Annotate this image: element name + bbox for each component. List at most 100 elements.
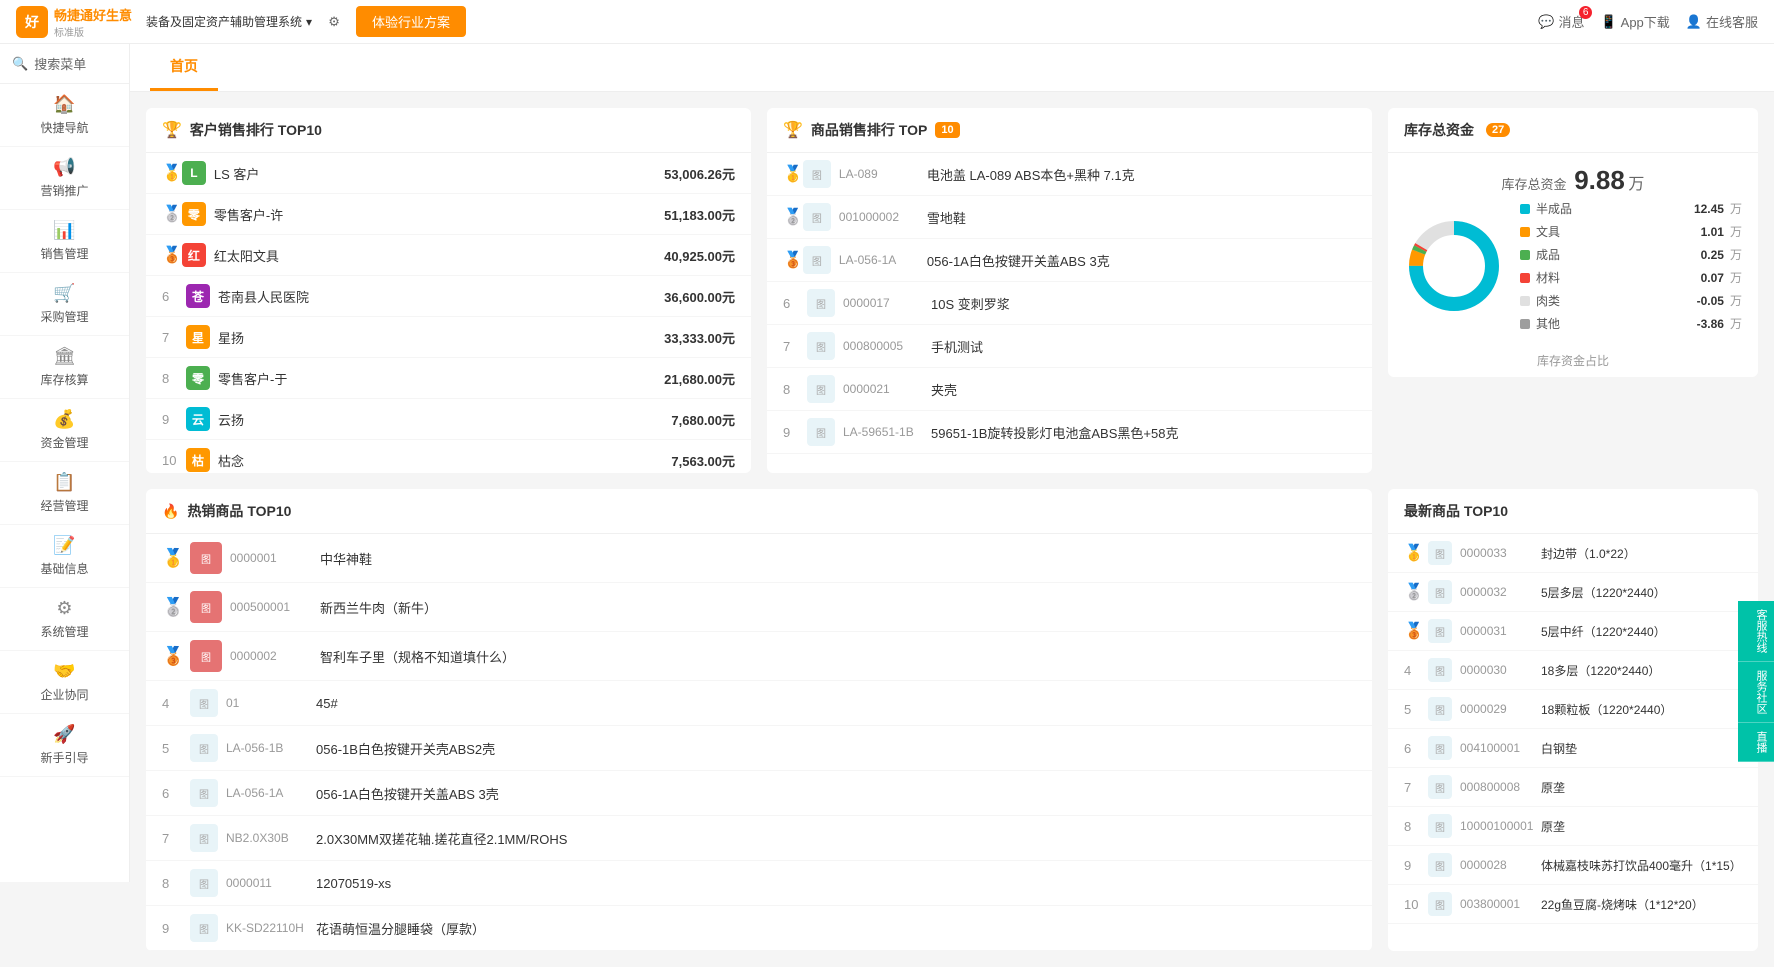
product-image: 图 bbox=[803, 246, 831, 274]
medal-gold-icon: 🥇 bbox=[162, 163, 182, 183]
product-code: 0000017 bbox=[843, 296, 923, 310]
sidebar-item-system[interactable]: ⚙ 系统管理 bbox=[0, 588, 129, 651]
avatar: 苍 bbox=[186, 284, 210, 308]
right-panel: 库存总资金 27 库存总资金 9.88 万 bbox=[1388, 108, 1758, 473]
list-item: 🥉 图 0000002 智利车子里（规格不知道填什么） bbox=[146, 632, 1372, 681]
product-code: 0000033 bbox=[1460, 546, 1535, 560]
product-image: 图 bbox=[190, 869, 218, 897]
list-item: 🥈 图 000500001 新西兰牛肉（新牛） bbox=[146, 583, 1372, 632]
product-image: 图 bbox=[190, 734, 218, 762]
product-image: 图 bbox=[1428, 541, 1452, 565]
rank-number: 8 bbox=[162, 371, 186, 386]
sidebar-item-guide[interactable]: 🚀 新手引导 bbox=[0, 714, 129, 777]
product-name: 雪地鞋 bbox=[927, 208, 1356, 227]
table-row: 6 苍 苍南县人民医院 36,600.00元 bbox=[146, 276, 751, 317]
customer-name: LS 客户 bbox=[214, 164, 664, 183]
system-select[interactable]: 装备及固定资产辅助管理系统 ▾ bbox=[146, 13, 312, 30]
inventory-icon: 🏛 bbox=[53, 346, 76, 367]
inventory-subtitle: 库存资金占比 bbox=[1388, 348, 1758, 377]
sidebar-item-inventory[interactable]: 🏛 库存核算 bbox=[0, 336, 129, 399]
purchase-icon: 🛒 bbox=[53, 283, 75, 304]
product-image: 图 bbox=[190, 689, 218, 717]
sidebar-item-finance[interactable]: 💰 资金管理 bbox=[0, 399, 129, 462]
list-item: 🥉 图 0000031 5层中纤（1220*2440） bbox=[1388, 612, 1758, 651]
list-item: 7 图 000800008 原垄 bbox=[1388, 768, 1758, 807]
product-name: 体械嘉枝味苏打饮品400毫升（1*15） bbox=[1541, 857, 1742, 874]
product-name: 原垄 bbox=[1541, 818, 1742, 835]
avatar: L bbox=[182, 161, 206, 185]
product-image: 图 bbox=[1428, 697, 1452, 721]
product-name: 原垄 bbox=[1541, 779, 1742, 796]
avatar: 零 bbox=[182, 202, 206, 226]
rank-number: 9 bbox=[1404, 858, 1428, 873]
hot-icon: 🔥 bbox=[162, 503, 179, 520]
product-name: 2.0X30MM双搓花轴.搓花直径2.1MM/ROHS bbox=[316, 829, 567, 848]
customer-value: 53,006.26元 bbox=[664, 164, 735, 183]
customer-name: 苍南县人民医院 bbox=[218, 287, 664, 306]
try-plan-button[interactable]: 体验行业方案 bbox=[356, 6, 466, 37]
table-row: 7 图 000800005 手机测试 bbox=[767, 325, 1372, 368]
logo: 好 畅捷通好生意 标准版 bbox=[16, 5, 146, 39]
sales-icon: 📊 bbox=[53, 220, 75, 241]
sidebar-item-marketing[interactable]: 📢 营销推广 bbox=[0, 147, 129, 210]
legend-value: 0.25 bbox=[1701, 248, 1724, 262]
live-broadcast-button[interactable]: 直播 bbox=[1738, 723, 1774, 762]
legend-item: 文具 1.01 万 bbox=[1520, 223, 1742, 240]
page-nav: 首页 bbox=[130, 44, 1774, 92]
service-community-button[interactable]: 服务社区 bbox=[1738, 662, 1774, 723]
rank-number: 6 bbox=[162, 786, 190, 801]
medal-icon: 🥉 bbox=[783, 250, 803, 270]
product-code: 000500001 bbox=[230, 600, 320, 614]
product-ranking-card: 🏆 商品销售排行 TOP 10 🥇 图 LA-089 电池盖 LA-089 AB… bbox=[767, 108, 1372, 473]
topbar-right: 💬 消息 6 📱 App下载 👤 在线客服 bbox=[1538, 12, 1758, 31]
product-image: 图 bbox=[803, 203, 831, 231]
home-tab[interactable]: 首页 bbox=[150, 44, 218, 91]
customer-value: 21,680.00元 bbox=[664, 369, 735, 388]
product-name: 22g鱼豆腐-烧烤味（1*12*20） bbox=[1541, 896, 1742, 913]
gear-icon[interactable]: ⚙ bbox=[320, 8, 348, 36]
customer-name: 红太阳文具 bbox=[214, 246, 664, 265]
sidebar-item-operations[interactable]: 📋 经营管理 bbox=[0, 462, 129, 525]
basic-info-icon: 📝 bbox=[53, 535, 75, 556]
product-image: 图 bbox=[1428, 619, 1452, 643]
inventory-header: 库存总资金 27 bbox=[1388, 108, 1758, 153]
sidebar-item-purchase[interactable]: 🛒 采购管理 bbox=[0, 273, 129, 336]
sidebar-item-basic-info[interactable]: 📝 基础信息 bbox=[0, 525, 129, 588]
app-download-button[interactable]: 📱 App下载 bbox=[1600, 12, 1669, 31]
search-menu-button[interactable]: 🔍 搜索菜单 bbox=[0, 44, 129, 84]
product-name: 中华神鞋 bbox=[320, 549, 372, 568]
rank-number: 10 bbox=[162, 453, 186, 468]
legend-value: -0.05 bbox=[1697, 294, 1724, 308]
sidebar-item-enterprise[interactable]: 🤝 企业协同 bbox=[0, 651, 129, 714]
avatar: 零 bbox=[186, 366, 210, 390]
medal-gold-icon: 🥇 bbox=[162, 548, 190, 569]
customer-service-button[interactable]: 客服热线 bbox=[1738, 601, 1774, 662]
legend-label: 其他 bbox=[1536, 315, 1691, 332]
online-service-button[interactable]: 👤 在线客服 bbox=[1686, 12, 1758, 31]
donut-chart bbox=[1404, 216, 1504, 316]
table-row: 8 零 零售客户-于 21,680.00元 bbox=[146, 358, 751, 399]
product-name: 新西兰牛肉（新牛） bbox=[320, 598, 437, 617]
legend-label: 材料 bbox=[1536, 269, 1695, 286]
product-code: 000800005 bbox=[843, 339, 923, 353]
product-code: 0000032 bbox=[1460, 585, 1535, 599]
customer-value: 36,600.00元 bbox=[664, 287, 735, 306]
rank-number: 8 bbox=[162, 876, 190, 891]
legend-unit: 万 bbox=[1730, 223, 1742, 240]
legend-color bbox=[1520, 204, 1530, 214]
service-icon: 👤 bbox=[1686, 14, 1702, 30]
message-button[interactable]: 💬 消息 6 bbox=[1538, 12, 1584, 31]
rank-number: 6 bbox=[162, 289, 186, 304]
sidebar-item-sales[interactable]: 📊 销售管理 bbox=[0, 210, 129, 273]
rank-number: 8 bbox=[1404, 819, 1428, 834]
product-code: 0000001 bbox=[230, 551, 320, 565]
inventory-legend: 半成品 12.45 万 文具 1.01 万 成品 0.25 万 材料 0.07 … bbox=[1520, 200, 1742, 332]
sidebar-item-nav[interactable]: 🏠 快捷导航 bbox=[0, 84, 129, 147]
legend-item: 其他 -3.86 万 bbox=[1520, 315, 1742, 332]
table-row: 🥉 图 LA-056-1A 056-1A白色按键开关盖ABS 3克 bbox=[767, 239, 1372, 282]
product-code: NB2.0X30B bbox=[226, 831, 316, 845]
table-row: 8 图 0000021 夹壳 bbox=[767, 368, 1372, 411]
customer-value: 40,925.00元 bbox=[664, 246, 735, 265]
product-code: LA-056-1A bbox=[226, 786, 316, 800]
product-code: 000800008 bbox=[1460, 780, 1535, 794]
